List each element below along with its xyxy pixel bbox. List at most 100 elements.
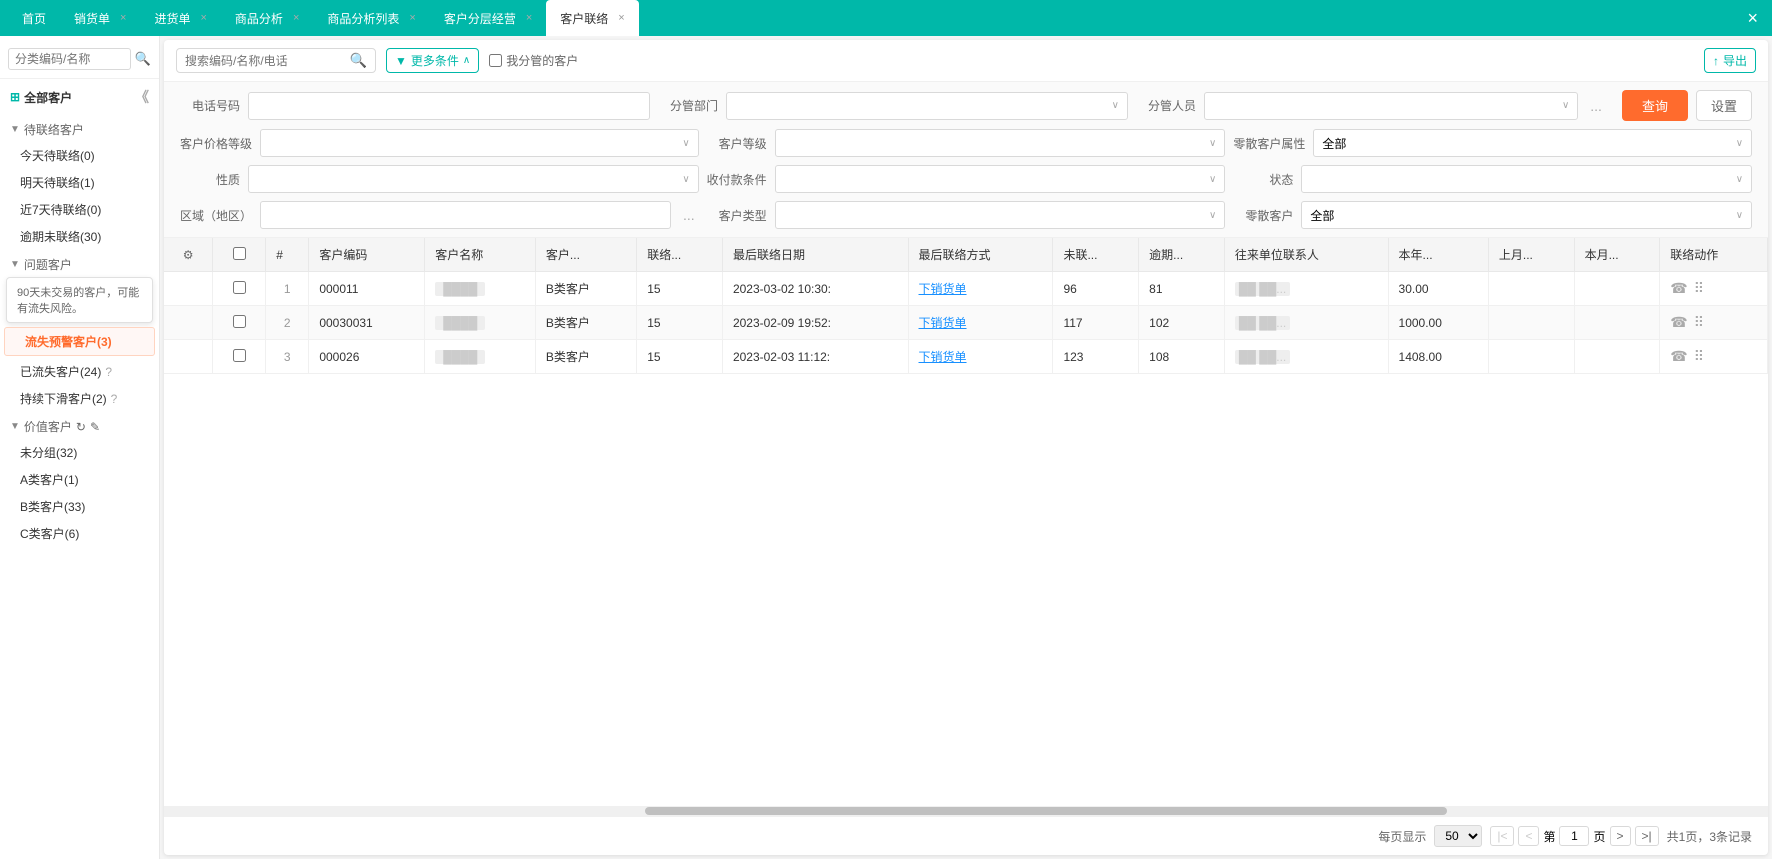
search-icon-btn[interactable]: 🔍 (350, 52, 367, 69)
sidebar-all-customers[interactable]: ⊞ 全部客户 《 (0, 79, 159, 115)
td-contact: 15 (637, 306, 723, 340)
sidebar-item-c-class[interactable]: C类客户(6) (0, 520, 159, 547)
td-checkbox[interactable] (213, 306, 266, 340)
filter-scatter-select[interactable]: 全部 ∨ (1313, 129, 1752, 157)
td-checkbox[interactable] (213, 272, 266, 306)
last-way-link[interactable]: 下销货单 (919, 282, 967, 296)
filter-payment-select[interactable]: ∨ (775, 165, 1226, 193)
page-label: 第 (1543, 828, 1555, 845)
select-all-checkbox[interactable] (233, 247, 246, 260)
edit-icon[interactable]: ✎ (90, 420, 100, 434)
th-settings[interactable]: ⚙ (164, 238, 213, 272)
last-way-link[interactable]: 下销货单 (919, 350, 967, 364)
td-last-way[interactable]: 下销货单 (908, 340, 1053, 374)
td-last-way[interactable]: 下销货单 (908, 272, 1053, 306)
scrollbar-thumb[interactable] (645, 807, 1447, 815)
td-name: ████ (425, 306, 536, 340)
filter-area-more[interactable]: ... (679, 203, 699, 227)
main-container: 🔍 ⊞ 全部客户 《 ▼ 待联络客户 今天待联络(0) 明天待联络(1) 近7天… (0, 36, 1772, 859)
sidebar-item-lost[interactable]: 已流失客户(24) ? (0, 358, 159, 385)
close-all-tabs-button[interactable]: × (1741, 8, 1764, 29)
filter-person-more[interactable]: ... (1586, 94, 1606, 118)
tab-analysis[interactable]: 商品分析 × (221, 0, 313, 36)
filter-price-select[interactable]: ∨ (260, 129, 699, 157)
query-button[interactable]: 查询 (1622, 90, 1688, 121)
filter-price-label: 客户价格等级 (180, 135, 252, 152)
sidebar-item-ungroup[interactable]: 未分组(32) (0, 439, 159, 466)
sidebar-item-tomorrow[interactable]: 明天待联络(1) (0, 169, 159, 196)
contact-icon[interactable]: ☎ (1670, 314, 1687, 331)
filter-nature-select[interactable]: ∨ (248, 165, 699, 193)
td-name: ████ (425, 272, 536, 306)
filter-type-select[interactable]: ∨ (775, 201, 1226, 229)
search-input[interactable] (185, 54, 346, 68)
sidebar-item-risk-warning[interactable]: 流失预警客户(3) (4, 327, 155, 356)
th-type: 客户... (535, 238, 636, 272)
sidebar-item-overdue[interactable]: 逾期未联络(30) (0, 223, 159, 250)
settings-button[interactable]: 设置 (1696, 90, 1752, 121)
filter-person-select[interactable]: ∨ (1204, 92, 1578, 120)
nature-arrow: ∨ (682, 174, 689, 185)
horizontal-scrollbar[interactable] (164, 806, 1768, 816)
tab-customer-layer-close[interactable]: × (526, 12, 532, 24)
more-action-icon[interactable]: ⠿ (1694, 280, 1704, 297)
sidebar-item-a-class[interactable]: A类客户(1) (0, 466, 159, 493)
per-page-select[interactable]: 50 (1434, 825, 1482, 847)
tab-analysis-list[interactable]: 商品分析列表 × (313, 0, 429, 36)
page-input[interactable] (1559, 826, 1589, 846)
next-page-button[interactable]: > (1610, 826, 1631, 846)
sidebar-item-b-class[interactable]: B类客户(33) (0, 493, 159, 520)
collapse-icon[interactable]: 《 (135, 87, 149, 107)
tab-sales[interactable]: 销货单 × (60, 0, 140, 36)
first-page-button[interactable]: |< (1490, 826, 1514, 846)
tab-purchase[interactable]: 进货单 × (140, 0, 220, 36)
contact-icon[interactable]: ☎ (1670, 280, 1687, 297)
filter-scatter-cust-select[interactable]: 全部 ∨ (1301, 201, 1752, 229)
td-last-date: 2023-02-09 19:52: (722, 306, 908, 340)
sidebar-item-today[interactable]: 今天待联络(0) (0, 142, 159, 169)
sidebar-section-value: ▼ 价值客户 ↻ ✎ (0, 412, 159, 439)
row-checkbox[interactable] (233, 349, 246, 362)
filter-dept-select[interactable]: ∨ (726, 92, 1128, 120)
filter-field-payment: 收付款条件 ∨ (707, 165, 1226, 193)
settings-icon[interactable]: ⚙ (183, 248, 194, 262)
td-checkbox[interactable] (213, 340, 266, 374)
filter-phone-input[interactable] (248, 92, 650, 120)
row-checkbox[interactable] (233, 315, 246, 328)
section-label-pending: 待联络客户 (24, 121, 84, 138)
tab-analysis-list-close[interactable]: × (409, 12, 415, 24)
filter-status-select[interactable]: ∨ (1301, 165, 1752, 193)
tab-purchase-close[interactable]: × (200, 12, 206, 24)
tab-customer-contact[interactable]: 客户联络 × (546, 0, 638, 36)
my-customers-checkbox-label[interactable]: 我分管的客户 (489, 52, 578, 69)
last-way-link[interactable]: 下销货单 (919, 316, 967, 330)
filter-more-button[interactable]: ▼ 更多条件 ∧ (386, 48, 479, 73)
td-overdue: 81 (1139, 272, 1225, 306)
export-button[interactable]: ↑ 导出 (1704, 48, 1756, 73)
sidebar-item-7days[interactable]: 近7天待联络(0) (0, 196, 159, 223)
more-action-icon[interactable]: ⠿ (1694, 314, 1704, 331)
row-checkbox[interactable] (233, 281, 246, 294)
more-action-icon[interactable]: ⠿ (1694, 348, 1704, 365)
th-checkbox[interactable] (213, 238, 266, 272)
td-name: ████ (425, 340, 536, 374)
filter-field-dept: 分管部门 ∨ (658, 92, 1128, 120)
last-page-button[interactable]: >| (1635, 826, 1659, 846)
tab-customer-contact-close[interactable]: × (618, 12, 624, 24)
filter-area-select[interactable] (260, 201, 671, 229)
tab-customer-layer[interactable]: 客户分层经营 × (430, 0, 546, 36)
td-last-way[interactable]: 下销货单 (908, 306, 1053, 340)
tab-home[interactable]: 首页 (8, 0, 60, 36)
sidebar-item-declining[interactable]: 持续下滑客户(2) ? (0, 385, 159, 412)
help-icon: ? (105, 365, 112, 379)
tab-sales-close[interactable]: × (120, 12, 126, 24)
my-customers-checkbox[interactable] (489, 54, 502, 67)
filter-level-select[interactable]: ∨ (775, 129, 1226, 157)
prev-page-button[interactable]: < (1518, 826, 1539, 846)
per-page-label: 每页显示 (1378, 828, 1426, 845)
refresh-icon[interactable]: ↻ (76, 420, 86, 434)
td-this-year: 30.00 (1388, 272, 1488, 306)
sidebar-search-input[interactable] (8, 48, 131, 70)
tab-analysis-close[interactable]: × (293, 12, 299, 24)
contact-icon[interactable]: ☎ (1670, 348, 1687, 365)
